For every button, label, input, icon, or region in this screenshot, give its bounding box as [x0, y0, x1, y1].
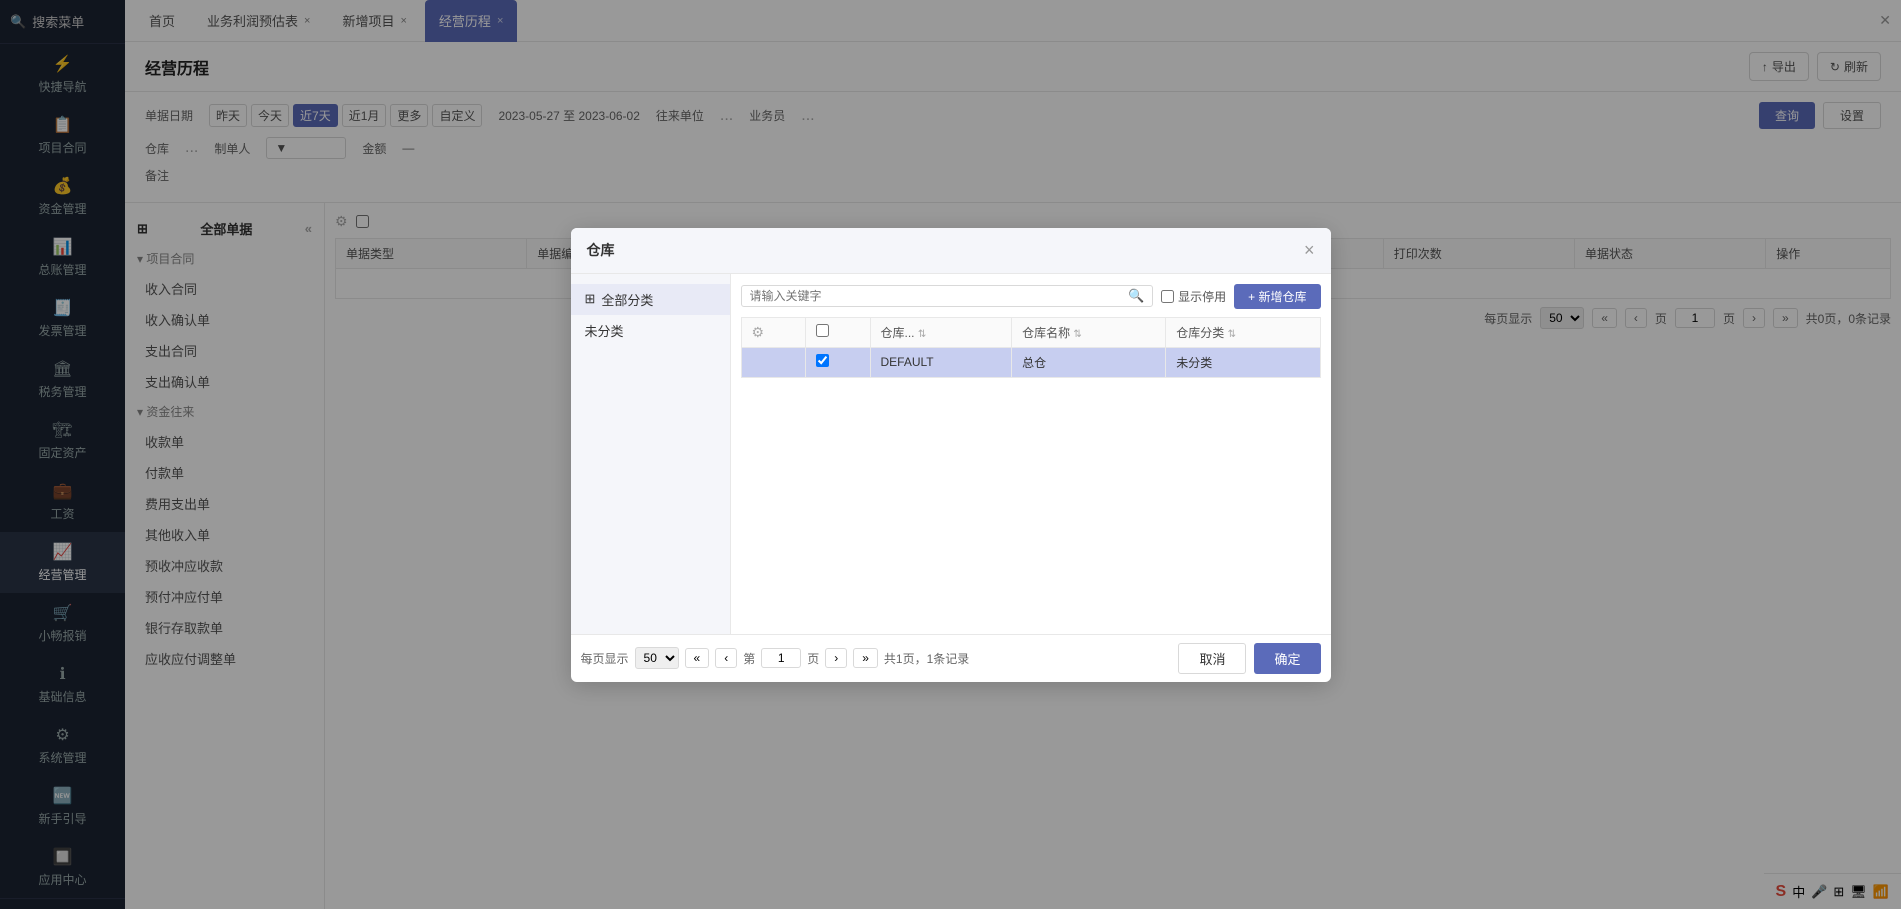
modal-page-label: 第 [743, 650, 755, 667]
modal-footer: 每页显示 50 « ‹ 第 页 › » 共1页，1条记录 取消 确定 [571, 634, 1331, 682]
modal-left-panel: ⊞ 全部分类 未分类 [571, 274, 731, 634]
sort-icon-cat: ⇅ [1228, 329, 1236, 340]
row-name: 总仓 [1012, 347, 1166, 377]
warehouse-modal: 仓库 × ⊞ 全部分类 未分类 🔍 [571, 228, 1331, 682]
row-category: 未分类 [1166, 347, 1320, 377]
modal-page-input[interactable] [761, 648, 801, 668]
table-row[interactable]: DEFAULT 总仓 未分类 [741, 347, 1320, 377]
confirm-button[interactable]: 确定 [1254, 643, 1320, 674]
modal-page-suffix: 页 [807, 650, 819, 667]
modal-left-all-label: 全部分类 [601, 290, 653, 309]
modal-table-gear-icon[interactable]: ⚙ [752, 324, 765, 340]
modal-actions: 取消 确定 [1178, 643, 1320, 674]
add-warehouse-button[interactable]: + 新增仓库 [1234, 284, 1320, 309]
show-disabled-label: 显示停用 [1178, 288, 1226, 305]
row-code: DEFAULT [870, 347, 1012, 377]
modal-per-page-label: 每页显示 [581, 650, 629, 667]
col-warehouse-code[interactable]: 仓库... ⇅ [870, 317, 1012, 347]
modal-header: 仓库 × [571, 228, 1331, 274]
modal-warehouse-table: ⚙ 仓库... ⇅ 仓库名称 ⇅ 仓库分类 ⇅ DEFAULT 总仓 [741, 317, 1321, 378]
col-warehouse-category[interactable]: 仓库分类 ⇅ [1166, 317, 1320, 347]
modal-title: 仓库 [587, 240, 615, 260]
modal-last-page[interactable]: » [853, 648, 878, 668]
add-warehouse-label: + 新增仓库 [1248, 288, 1306, 305]
modal-right-panel: 🔍 显示停用 + 新增仓库 ⚙ [731, 274, 1331, 634]
modal-first-page[interactable]: « [685, 648, 710, 668]
modal-search-icon: 🔍 [1128, 288, 1144, 304]
col-settings: ⚙ [741, 317, 805, 347]
sort-icon-code: ⇅ [918, 329, 926, 340]
modal-next-page[interactable]: › [825, 648, 847, 668]
modal-left-uncat-label: 未分类 [585, 321, 624, 340]
row-select-checkbox[interactable] [816, 354, 829, 367]
modal-table-header: ⚙ 仓库... ⇅ 仓库名称 ⇅ 仓库分类 ⇅ [741, 317, 1320, 347]
col-warehouse-name[interactable]: 仓库名称 ⇅ [1012, 317, 1166, 347]
modal-toolbar: 🔍 显示停用 + 新增仓库 [741, 284, 1321, 309]
grid-icon: ⊞ [585, 291, 596, 307]
modal-left-all-categories[interactable]: ⊞ 全部分类 [571, 284, 730, 315]
modal-per-page-select[interactable]: 50 [635, 647, 679, 669]
modal-body: ⊞ 全部分类 未分类 🔍 显示停用 [571, 274, 1331, 634]
col-checkbox [805, 317, 870, 347]
modal-search-input[interactable] [750, 289, 1128, 303]
sort-icon-name: ⇅ [1073, 329, 1081, 340]
modal-select-all[interactable] [816, 324, 829, 337]
row-settings [741, 347, 805, 377]
modal-close-button[interactable]: × [1304, 240, 1315, 261]
show-disabled-checkbox[interactable]: 显示停用 [1161, 288, 1226, 305]
modal-pagination: 每页显示 50 « ‹ 第 页 › » 共1页，1条记录 [581, 647, 970, 669]
row-checkbox[interactable] [805, 347, 870, 377]
modal-left-uncat[interactable]: 未分类 [571, 315, 730, 346]
show-disabled-input[interactable] [1161, 290, 1174, 303]
modal-search-box[interactable]: 🔍 [741, 285, 1154, 307]
modal-prev-page[interactable]: ‹ [715, 648, 737, 668]
modal-overlay: 仓库 × ⊞ 全部分类 未分类 🔍 [0, 0, 1901, 909]
modal-total-label: 共1页，1条记录 [884, 650, 969, 667]
cancel-button[interactable]: 取消 [1178, 643, 1246, 674]
